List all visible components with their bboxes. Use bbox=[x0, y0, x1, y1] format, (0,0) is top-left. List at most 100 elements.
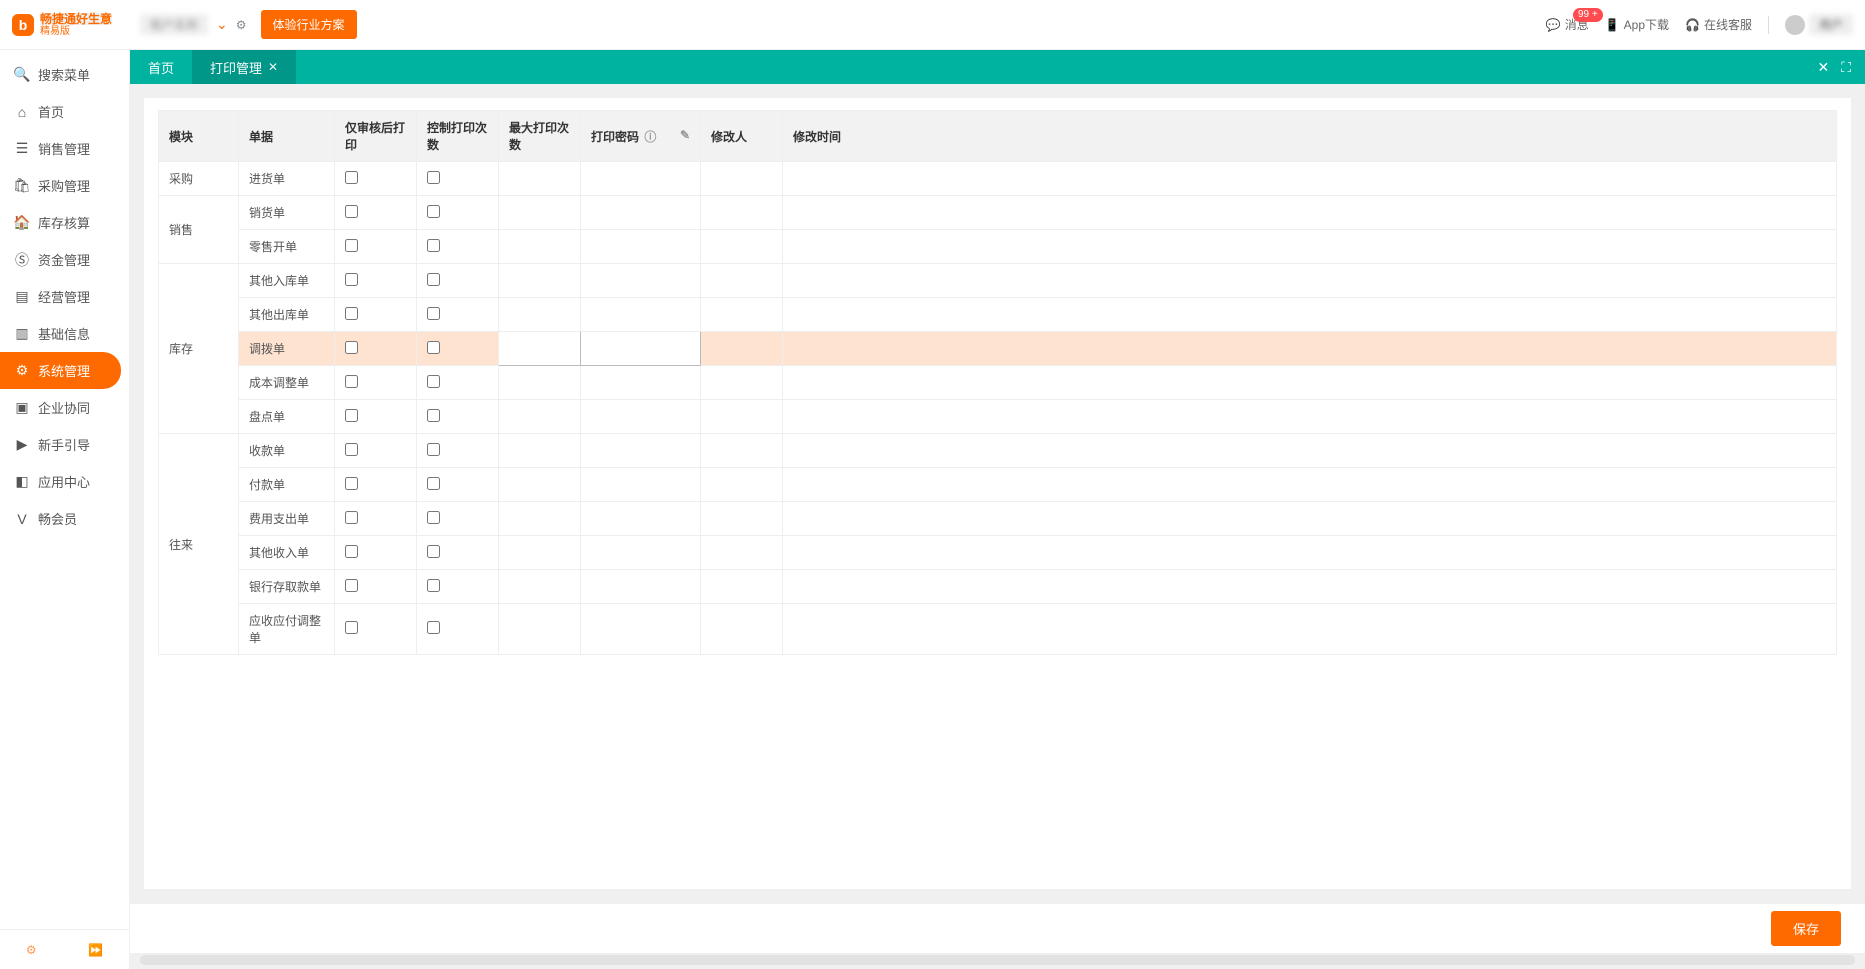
sidebar-item-label: 应用中心 bbox=[38, 472, 90, 491]
close-all-icon[interactable]: ✕ bbox=[1817, 59, 1829, 76]
ctrl-count-checkbox[interactable] bbox=[427, 205, 440, 218]
sidebar-item-apps[interactable]: ◧应用中心 bbox=[0, 463, 129, 500]
cell-audit-print bbox=[335, 196, 417, 230]
audit-print-checkbox[interactable] bbox=[345, 307, 358, 320]
panel: 模块 单据 仅审核后打印 控制打印次数 最大打印次数 打印密码 ⓘ ✎ bbox=[144, 98, 1851, 889]
user-menu[interactable]: 用户 bbox=[1785, 14, 1853, 35]
collab-icon: ▣ bbox=[14, 400, 30, 416]
cell-pwd bbox=[581, 570, 701, 604]
ctrl-count-checkbox[interactable] bbox=[427, 375, 440, 388]
tenant-switcher[interactable]: 租户名称 ⌄ ⚙ bbox=[140, 14, 247, 35]
audit-print-checkbox[interactable] bbox=[345, 443, 358, 456]
cell-module: 采购 bbox=[159, 162, 239, 196]
cell-ctrl-count bbox=[417, 434, 499, 468]
cell-pwd bbox=[581, 230, 701, 264]
sidebar-item-system[interactable]: ⚙系统管理 bbox=[0, 352, 121, 389]
gear-icon[interactable]: ⚙ bbox=[236, 18, 247, 32]
support-label: 在线客服 bbox=[1704, 16, 1752, 33]
table-row: 付款单 bbox=[159, 468, 1837, 502]
tab-home[interactable]: 首页 bbox=[130, 50, 192, 84]
ctrl-count-checkbox[interactable] bbox=[427, 171, 440, 184]
audit-print-checkbox[interactable] bbox=[345, 239, 358, 252]
sidebar-item-inventory[interactable]: 🏠库存核算 bbox=[0, 204, 129, 241]
cell-pwd bbox=[581, 298, 701, 332]
cell-modifier bbox=[701, 536, 783, 570]
ctrl-count-checkbox[interactable] bbox=[427, 409, 440, 422]
ctrl-count-checkbox[interactable] bbox=[427, 545, 440, 558]
sidebar-item-operation[interactable]: ▤经营管理 bbox=[0, 278, 129, 315]
sidebar-item-sales[interactable]: ☰销售管理 bbox=[0, 130, 129, 167]
table-row: 其他出库单 bbox=[159, 298, 1837, 332]
audit-print-checkbox[interactable] bbox=[345, 621, 358, 634]
support-button[interactable]: 🎧 在线客服 bbox=[1685, 16, 1752, 33]
ctrl-count-checkbox[interactable] bbox=[427, 579, 440, 592]
audit-print-checkbox[interactable] bbox=[345, 579, 358, 592]
operation-icon: ▤ bbox=[14, 289, 30, 305]
cell-modifier bbox=[701, 366, 783, 400]
messages-button[interactable]: 💬 消息 99 + bbox=[1546, 16, 1589, 33]
ctrl-count-checkbox[interactable] bbox=[427, 621, 440, 634]
audit-print-checkbox[interactable] bbox=[345, 545, 358, 558]
cell-mtime bbox=[783, 230, 1837, 264]
sidebar-item-base-info[interactable]: ▥基础信息 bbox=[0, 315, 129, 352]
cell-pwd[interactable] bbox=[581, 332, 701, 366]
cell-mtime bbox=[783, 298, 1837, 332]
audit-print-checkbox[interactable] bbox=[345, 409, 358, 422]
audit-print-checkbox[interactable] bbox=[345, 341, 358, 354]
ctrl-count-checkbox[interactable] bbox=[427, 273, 440, 286]
ctrl-count-checkbox[interactable] bbox=[427, 341, 440, 354]
ctrl-count-checkbox[interactable] bbox=[427, 239, 440, 252]
cell-ctrl-count bbox=[417, 298, 499, 332]
close-icon[interactable]: ✕ bbox=[268, 60, 278, 74]
industry-cta-button[interactable]: 体验行业方案 bbox=[261, 10, 357, 39]
home-icon: ⌂ bbox=[14, 104, 30, 120]
ctrl-count-checkbox[interactable] bbox=[427, 307, 440, 320]
cell-audit-print bbox=[335, 230, 417, 264]
audit-print-checkbox[interactable] bbox=[345, 171, 358, 184]
settings-icon[interactable]: ⚙ bbox=[26, 943, 37, 957]
cell-pwd bbox=[581, 468, 701, 502]
ctrl-count-checkbox[interactable] bbox=[427, 443, 440, 456]
cell-max-count[interactable] bbox=[499, 332, 581, 366]
collapse-icon[interactable]: ⏩ bbox=[88, 943, 103, 957]
th-module: 模块 bbox=[159, 111, 239, 162]
sidebar-item-home[interactable]: ⌂首页 bbox=[0, 93, 129, 130]
cell-modifier bbox=[701, 332, 783, 366]
cell-pwd bbox=[581, 604, 701, 655]
divider bbox=[1768, 16, 1769, 34]
sidebar-item-collab[interactable]: ▣企业协同 bbox=[0, 389, 129, 426]
sidebar-item-guide[interactable]: ▶新手引导 bbox=[0, 426, 129, 463]
fullscreen-icon[interactable]: ⛶ bbox=[1841, 59, 1851, 76]
ctrl-count-checkbox[interactable] bbox=[427, 477, 440, 490]
cell-max-count bbox=[499, 298, 581, 332]
cell-max-count bbox=[499, 162, 581, 196]
cell-pwd bbox=[581, 502, 701, 536]
tab-print-mgmt[interactable]: 打印管理 ✕ bbox=[192, 50, 296, 84]
horizontal-scrollbar[interactable] bbox=[140, 955, 1855, 965]
print-settings-table: 模块 单据 仅审核后打印 控制打印次数 最大打印次数 打印密码 ⓘ ✎ bbox=[158, 110, 1837, 655]
mobile-icon: 📱 bbox=[1605, 18, 1620, 32]
cell-audit-print bbox=[335, 434, 417, 468]
cell-module: 库存 bbox=[159, 264, 239, 434]
audit-print-checkbox[interactable] bbox=[345, 273, 358, 286]
cell-doc: 银行存取款单 bbox=[239, 570, 335, 604]
cell-ctrl-count bbox=[417, 468, 499, 502]
audit-print-checkbox[interactable] bbox=[345, 477, 358, 490]
sidebar-item-purchase[interactable]: 🛍采购管理 bbox=[0, 167, 129, 204]
cell-mtime bbox=[783, 434, 1837, 468]
cell-doc: 其他出库单 bbox=[239, 298, 335, 332]
sidebar-item-search-menu[interactable]: 🔍搜索菜单 bbox=[0, 56, 129, 93]
sidebar-item-finance[interactable]: Ⓢ资金管理 bbox=[0, 241, 129, 278]
save-button[interactable]: 保存 bbox=[1771, 911, 1841, 946]
topbar: b 畅捷通好生意 精易版 租户名称 ⌄ ⚙ 体验行业方案 💬 消息 99 + 📱… bbox=[0, 0, 1865, 50]
audit-print-checkbox[interactable] bbox=[345, 375, 358, 388]
ctrl-count-checkbox[interactable] bbox=[427, 511, 440, 524]
sidebar-item-label: 新手引导 bbox=[38, 435, 90, 454]
app-download-button[interactable]: 📱 App下载 bbox=[1605, 16, 1669, 33]
edit-icon[interactable]: ✎ bbox=[680, 128, 690, 142]
sidebar-item-vip[interactable]: V畅会员 bbox=[0, 500, 129, 537]
audit-print-checkbox[interactable] bbox=[345, 511, 358, 524]
audit-print-checkbox[interactable] bbox=[345, 205, 358, 218]
cell-doc: 其他收入单 bbox=[239, 536, 335, 570]
help-icon[interactable]: ⓘ bbox=[644, 130, 656, 144]
